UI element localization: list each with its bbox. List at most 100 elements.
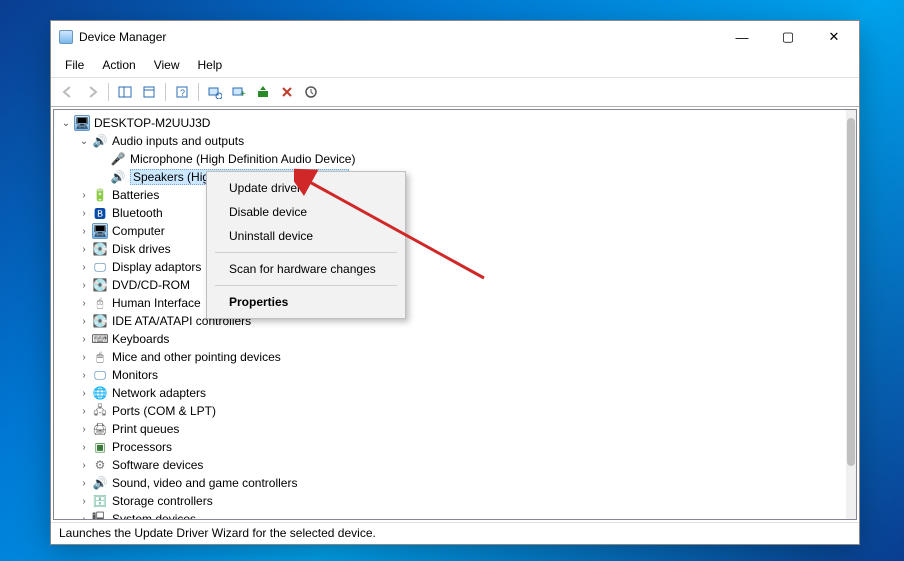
collapse-icon[interactable]: ⌄ — [60, 118, 72, 129]
show-hide-console-button[interactable] — [114, 81, 136, 103]
scrollbar-thumb[interactable] — [847, 118, 855, 466]
sound-icon: 🔊 — [92, 133, 108, 149]
context-scan-hardware[interactable]: Scan for hardware changes — [209, 257, 403, 281]
disk-icon: 💽 — [92, 277, 108, 293]
toolbar-separator — [165, 83, 166, 101]
tree-category-9[interactable]: ›🖱 Mice and other pointing devices — [54, 348, 856, 366]
tree-category-11[interactable]: ›🌐Network adapters — [54, 384, 856, 402]
tree-category-1[interactable]: ›🅱Bluetooth — [54, 204, 856, 222]
context-menu: Update driver Disable device Uninstall d… — [206, 171, 406, 319]
context-properties[interactable]: Properties — [209, 290, 403, 314]
svg-text:?: ? — [180, 88, 185, 98]
tree-category-5[interactable]: ›💽DVD/CD-ROM — [54, 276, 856, 294]
context-update-driver[interactable]: Update driver — [209, 176, 403, 200]
add-legacy-hardware-button[interactable]: + — [228, 81, 250, 103]
port-icon: 🖧 — [92, 403, 108, 419]
tree-category-6[interactable]: ›🖰Human Interface — [54, 294, 856, 312]
statusbar-text: Launches the Update Driver Wizard for th… — [59, 526, 376, 540]
sound-icon: 🔊 — [110, 169, 126, 185]
mouse-icon: 🖱 — [92, 349, 108, 365]
expand-icon[interactable]: › — [78, 334, 90, 345]
expand-icon[interactable]: › — [78, 460, 90, 471]
expand-icon[interactable]: › — [78, 478, 90, 489]
tree-category-3[interactable]: ›💽 Disk drives — [54, 240, 856, 258]
disable-device-button[interactable] — [300, 81, 322, 103]
mic-icon: 🎤 — [110, 151, 126, 167]
tree-category-14[interactable]: ›▣ Processors — [54, 438, 856, 456]
tree-item-label: Monitors — [112, 368, 158, 382]
expand-icon[interactable]: › — [78, 442, 90, 453]
tree-item-label: Network adapters — [112, 386, 206, 400]
expand-icon[interactable]: › — [78, 208, 90, 219]
tree-item-label: Audio inputs and outputs — [112, 134, 244, 148]
close-button[interactable]: ✕ — [811, 21, 857, 53]
tree-category-audio[interactable]: ⌄🔊 Audio inputs and outputs — [54, 132, 856, 150]
tree-item-label: Software devices — [112, 458, 203, 472]
menu-view[interactable]: View — [146, 55, 188, 75]
expand-icon[interactable]: › — [78, 370, 90, 381]
expand-icon[interactable]: › — [78, 316, 90, 327]
tree-category-0[interactable]: ›🔋Batteries — [54, 186, 856, 204]
expand-icon[interactable]: › — [78, 298, 90, 309]
context-uninstall-device[interactable]: Uninstall device — [209, 224, 403, 248]
tree-category-2[interactable]: ›🖥Computer — [54, 222, 856, 240]
expand-icon[interactable]: › — [78, 514, 90, 520]
expand-icon[interactable]: › — [78, 424, 90, 435]
help-button[interactable]: ? — [171, 81, 193, 103]
tree-item-label: Processors — [112, 440, 172, 454]
properties-button[interactable] — [138, 81, 160, 103]
tree-category-10[interactable]: ›🖵Monitors — [54, 366, 856, 384]
tree-device-audio-1[interactable]: 🔊Speakers (High Definition Audio Device) — [54, 168, 856, 186]
tree-category-12[interactable]: ›🖧 Ports (COM & LPT) — [54, 402, 856, 420]
uninstall-device-button[interactable] — [276, 81, 298, 103]
disk-icon: 💽 — [92, 241, 108, 257]
tree-item-label: Display adaptors — [112, 260, 201, 274]
tree-root[interactable]: ⌄🖥DESKTOP-M2UUJ3D — [54, 114, 856, 132]
tree-device-audio-0[interactable]: 🎤 Microphone (High Definition Audio Devic… — [54, 150, 856, 168]
tree-item-label: Microphone (High Definition Audio Device… — [130, 152, 355, 166]
expand-icon[interactable]: › — [78, 352, 90, 363]
tree-category-7[interactable]: ›💽IDE ATA/ATAPI controllers — [54, 312, 856, 330]
minimize-button[interactable]: — — [719, 21, 765, 53]
expand-icon[interactable]: › — [78, 388, 90, 399]
context-disable-device[interactable]: Disable device — [209, 200, 403, 224]
menu-file[interactable]: File — [57, 55, 92, 75]
tree-category-4[interactable]: ›🖵 Display adaptors — [54, 258, 856, 276]
expand-icon[interactable]: › — [78, 262, 90, 273]
back-button[interactable] — [57, 81, 79, 103]
tree-item-label: Human Interface — [112, 296, 201, 310]
titlebar[interactable]: Device Manager — ▢ ✕ — [51, 21, 859, 53]
tree-item-label: Disk drives — [112, 242, 171, 256]
menu-action[interactable]: Action — [94, 55, 143, 75]
expand-icon[interactable]: › — [78, 496, 90, 507]
tree-category-18[interactable]: ›🖳System devices — [54, 510, 856, 519]
scan-hardware-button[interactable] — [204, 81, 226, 103]
tree-category-8[interactable]: ›⌨Keyboards — [54, 330, 856, 348]
tree-category-17[interactable]: ›🗄Storage controllers — [54, 492, 856, 510]
tree-category-16[interactable]: ›🔊Sound, video and game controllers — [54, 474, 856, 492]
expand-icon[interactable]: › — [78, 226, 90, 237]
toolbar-separator — [198, 83, 199, 101]
expand-icon[interactable]: › — [78, 280, 90, 291]
update-driver-button[interactable] — [252, 81, 274, 103]
cpu-icon: ▣ — [92, 439, 108, 455]
device-tree[interactable]: ⌄🖥DESKTOP-M2UUJ3D⌄🔊Audio inputs and outp… — [54, 110, 856, 519]
tree-item-label: Ports (COM & LPT) — [112, 404, 216, 418]
tree-item-label: Computer — [112, 224, 165, 238]
device-tree-panel: ⌄🖥DESKTOP-M2UUJ3D⌄🔊Audio inputs and outp… — [53, 109, 857, 520]
window-title: Device Manager — [79, 30, 166, 44]
expand-icon[interactable]: › — [78, 190, 90, 201]
collapse-icon[interactable]: ⌄ — [78, 136, 90, 147]
mon-icon: 🖵 — [92, 259, 108, 275]
expand-icon[interactable]: › — [78, 406, 90, 417]
menubar: File Action View Help — [51, 53, 859, 78]
menu-help[interactable]: Help — [190, 55, 231, 75]
tree-item-label: DESKTOP-M2UUJ3D — [94, 116, 210, 130]
vertical-scrollbar[interactable] — [846, 110, 856, 519]
forward-button[interactable] — [81, 81, 103, 103]
tree-category-13[interactable]: ›🖨Print queues — [54, 420, 856, 438]
tree-item-label: Mice and other pointing devices — [112, 350, 281, 364]
maximize-button[interactable]: ▢ — [765, 21, 811, 53]
tree-category-15[interactable]: ›⚙Software devices — [54, 456, 856, 474]
expand-icon[interactable]: › — [78, 244, 90, 255]
